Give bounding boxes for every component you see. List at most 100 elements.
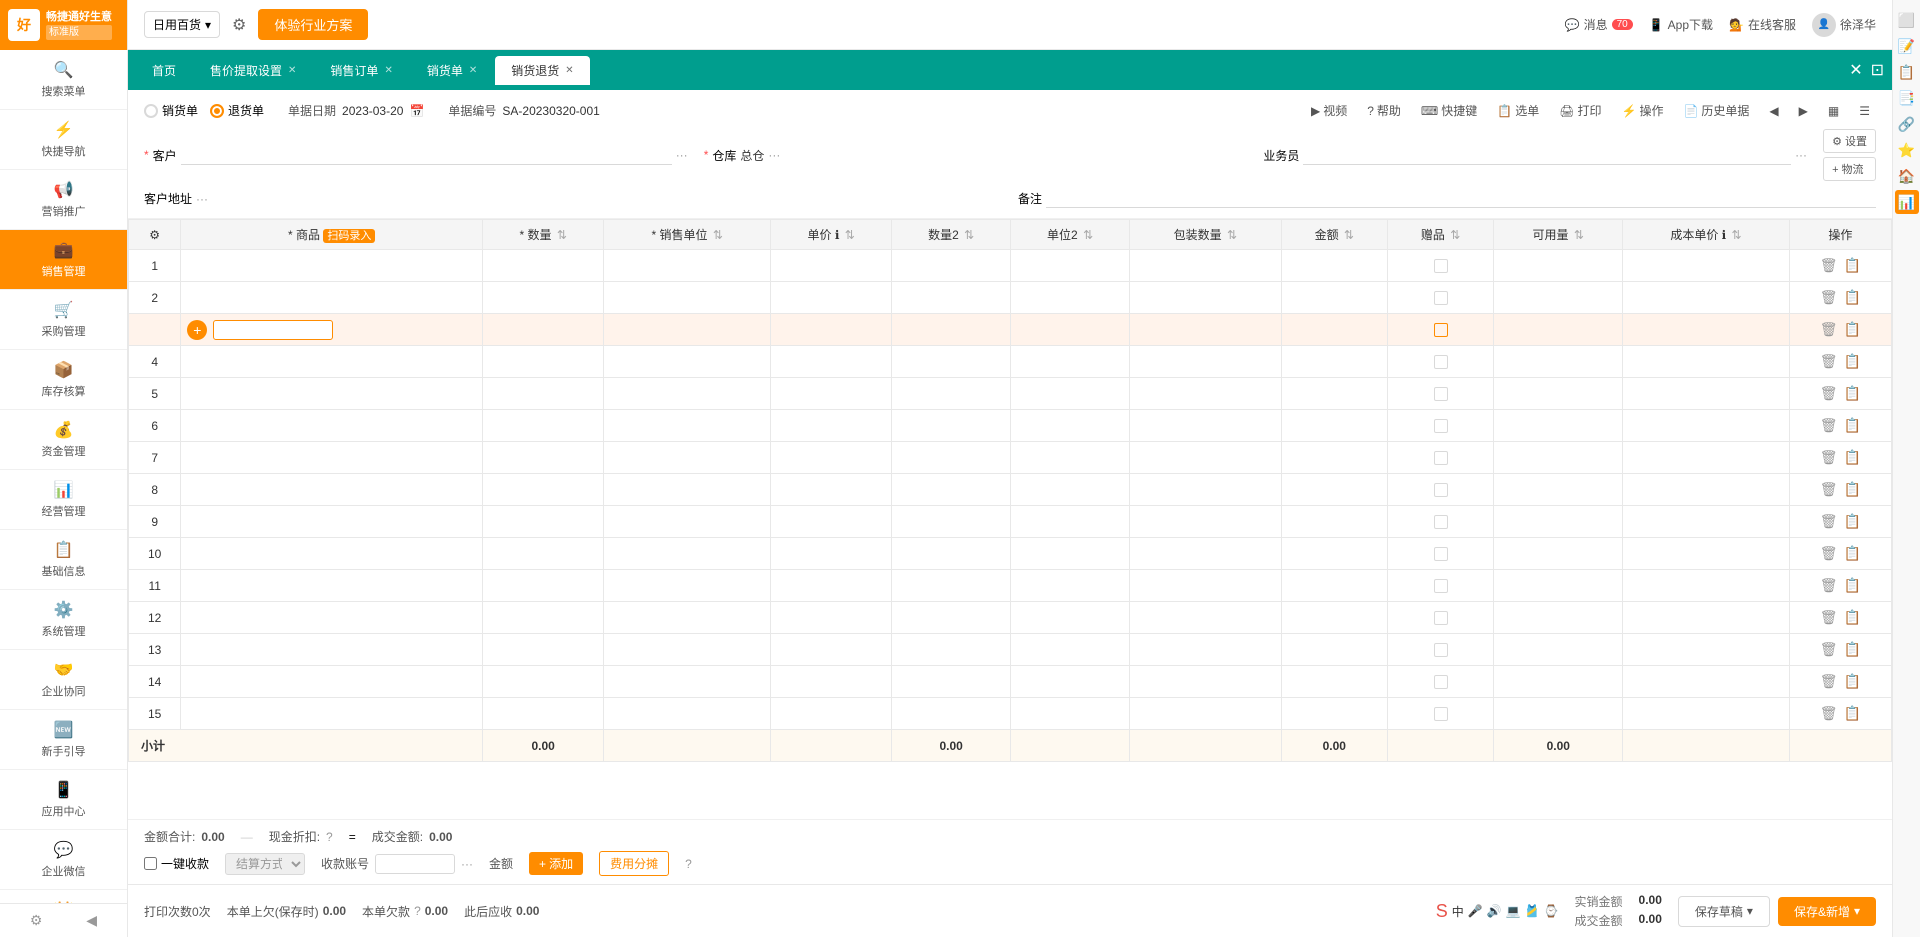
row-amount-5[interactable] [1281, 378, 1387, 410]
row-unit-8[interactable] [604, 474, 771, 506]
row-cost-3[interactable] [1623, 314, 1789, 346]
row-qty2-11[interactable] [892, 570, 1011, 602]
row-avail-1[interactable] [1494, 250, 1623, 282]
rp-icon-6[interactable]: ⭐ [1895, 138, 1919, 162]
delete-icon-7[interactable]: 🗑 [1820, 449, 1838, 466]
copy-icon-10[interactable]: 📋 [1844, 545, 1861, 562]
row-unit-12[interactable] [604, 602, 771, 634]
rp-icon-5[interactable]: 🔗 [1895, 112, 1919, 136]
sidebar-item-wechat[interactable]: 💬 企业微信 [0, 830, 127, 890]
row-price-1[interactable] [771, 250, 892, 282]
tab-close-sales-return[interactable]: ✕ [565, 65, 573, 76]
row-unit-6[interactable] [604, 410, 771, 442]
tab-sales-return[interactable]: 销货退货✕ [495, 56, 589, 85]
tab-price-extract[interactable]: 售价提取设置✕ [194, 56, 312, 85]
copy-icon-7[interactable]: 📋 [1844, 449, 1861, 466]
copy-icon-14[interactable]: 📋 [1844, 673, 1861, 690]
gift-cb-11[interactable] [1434, 579, 1448, 593]
copy-icon-6[interactable]: 📋 [1844, 417, 1861, 434]
row-unit-1[interactable] [604, 250, 771, 282]
list-view-btn[interactable]: ☰ [1853, 102, 1876, 120]
help-btn[interactable]: ? 帮助 [1361, 100, 1407, 121]
row-unit2-2[interactable] [1011, 282, 1130, 314]
row-gift-5[interactable] [1387, 378, 1493, 410]
rp-icon-8[interactable]: 📊 [1895, 190, 1919, 214]
sys-icon-1[interactable]: S [1436, 901, 1448, 922]
tab-close-sales-order[interactable]: ✕ [384, 65, 392, 76]
row-unit2-4[interactable] [1011, 346, 1130, 378]
row-unit-4[interactable] [604, 346, 771, 378]
rp-icon-3[interactable]: 📋 [1895, 60, 1919, 84]
row-avail-13[interactable] [1494, 634, 1623, 666]
row-qty2-14[interactable] [892, 666, 1011, 698]
row-avail-12[interactable] [1494, 602, 1623, 634]
row-avail-11[interactable] [1494, 570, 1623, 602]
row-product-15[interactable] [181, 698, 483, 730]
row-gift-11[interactable] [1387, 570, 1493, 602]
delete-icon-6[interactable]: 🗑 [1820, 417, 1838, 434]
gift-cb-9[interactable] [1434, 515, 1448, 529]
gift-cb-4[interactable] [1434, 355, 1448, 369]
copy-icon-8[interactable]: 📋 [1844, 481, 1861, 498]
row-pkg-3[interactable] [1130, 314, 1282, 346]
rp-icon-2[interactable]: 📝 [1895, 34, 1919, 58]
row-unit-13[interactable] [604, 634, 771, 666]
row-product-1[interactable] [181, 250, 483, 282]
radio-return[interactable]: 退货单 [210, 102, 264, 119]
row-cost-11[interactable] [1623, 570, 1789, 602]
row-qty2-15[interactable] [892, 698, 1011, 730]
row-unit2-3[interactable] [1011, 314, 1130, 346]
message-btn[interactable]: 💬 消息 70 [1565, 16, 1633, 33]
sidebar-item-basic[interactable]: 📋 基础信息 [0, 530, 127, 590]
row-pkg-9[interactable] [1130, 506, 1282, 538]
row-qty2-10[interactable] [892, 538, 1011, 570]
row-pkg-4[interactable] [1130, 346, 1282, 378]
row-avail-2[interactable] [1494, 282, 1623, 314]
row-unit2-15[interactable] [1011, 698, 1130, 730]
row-qty-12[interactable] [482, 602, 603, 634]
sort-qty[interactable]: ⇅ [557, 228, 567, 242]
row-cost-1[interactable] [1623, 250, 1789, 282]
row-pkg-15[interactable] [1130, 698, 1282, 730]
sort-qty2[interactable]: ⇅ [964, 228, 974, 242]
copy-icon-4[interactable]: 📋 [1844, 353, 1861, 370]
industry-select[interactable]: 日用百货 ▾ [144, 11, 220, 38]
gift-cb-7[interactable] [1434, 451, 1448, 465]
copy-icon-12[interactable]: 📋 [1844, 609, 1861, 626]
gift-cb-2[interactable] [1434, 291, 1448, 305]
address-lookup-btn[interactable]: ··· [196, 192, 208, 206]
row-pkg-10[interactable] [1130, 538, 1282, 570]
row-amount-13[interactable] [1281, 634, 1387, 666]
copy-icon-2[interactable]: 📋 [1844, 289, 1861, 306]
row-qty2-7[interactable] [892, 442, 1011, 474]
row-amount-10[interactable] [1281, 538, 1387, 570]
logistics-btn[interactable]: + 物流 [1823, 157, 1876, 181]
sidebar-item-marketing[interactable]: 📢 营销推广 [0, 170, 127, 230]
tab-close-all-icon[interactable]: ✕ [1849, 60, 1862, 80]
row-qty2-4[interactable] [892, 346, 1011, 378]
delete-icon-9[interactable]: 🗑 [1820, 513, 1838, 530]
tab-sales-order[interactable]: 销售订单✕ [314, 56, 408, 85]
row-unit-7[interactable] [604, 442, 771, 474]
row-qty-10[interactable] [482, 538, 603, 570]
row-pkg-12[interactable] [1130, 602, 1282, 634]
sys-icon-7[interactable]: ⌚ [1544, 904, 1559, 918]
row-qty2-9[interactable] [892, 506, 1011, 538]
row-qty2-12[interactable] [892, 602, 1011, 634]
sidebar-item-shortcut[interactable]: ⚡ 快捷导航 [0, 110, 127, 170]
row-qty-7[interactable] [482, 442, 603, 474]
row-qty2-2[interactable] [892, 282, 1011, 314]
row-cost-14[interactable] [1623, 666, 1789, 698]
account-lookup-btn[interactable]: ··· [461, 857, 473, 871]
delete-icon-8[interactable]: 🗑 [1820, 481, 1838, 498]
row-gift-4[interactable] [1387, 346, 1493, 378]
row-cost-2[interactable] [1623, 282, 1789, 314]
row-amount-9[interactable] [1281, 506, 1387, 538]
delete-icon-2[interactable]: 🗑 [1820, 289, 1838, 306]
row-unit2-7[interactable] [1011, 442, 1130, 474]
row-gift-14[interactable] [1387, 666, 1493, 698]
sidebar-item-guide[interactable]: 🆕 新手引导 [0, 710, 127, 770]
row-cost-12[interactable] [1623, 602, 1789, 634]
row-pkg-6[interactable] [1130, 410, 1282, 442]
sort-cost[interactable]: ⇅ [1732, 228, 1742, 242]
